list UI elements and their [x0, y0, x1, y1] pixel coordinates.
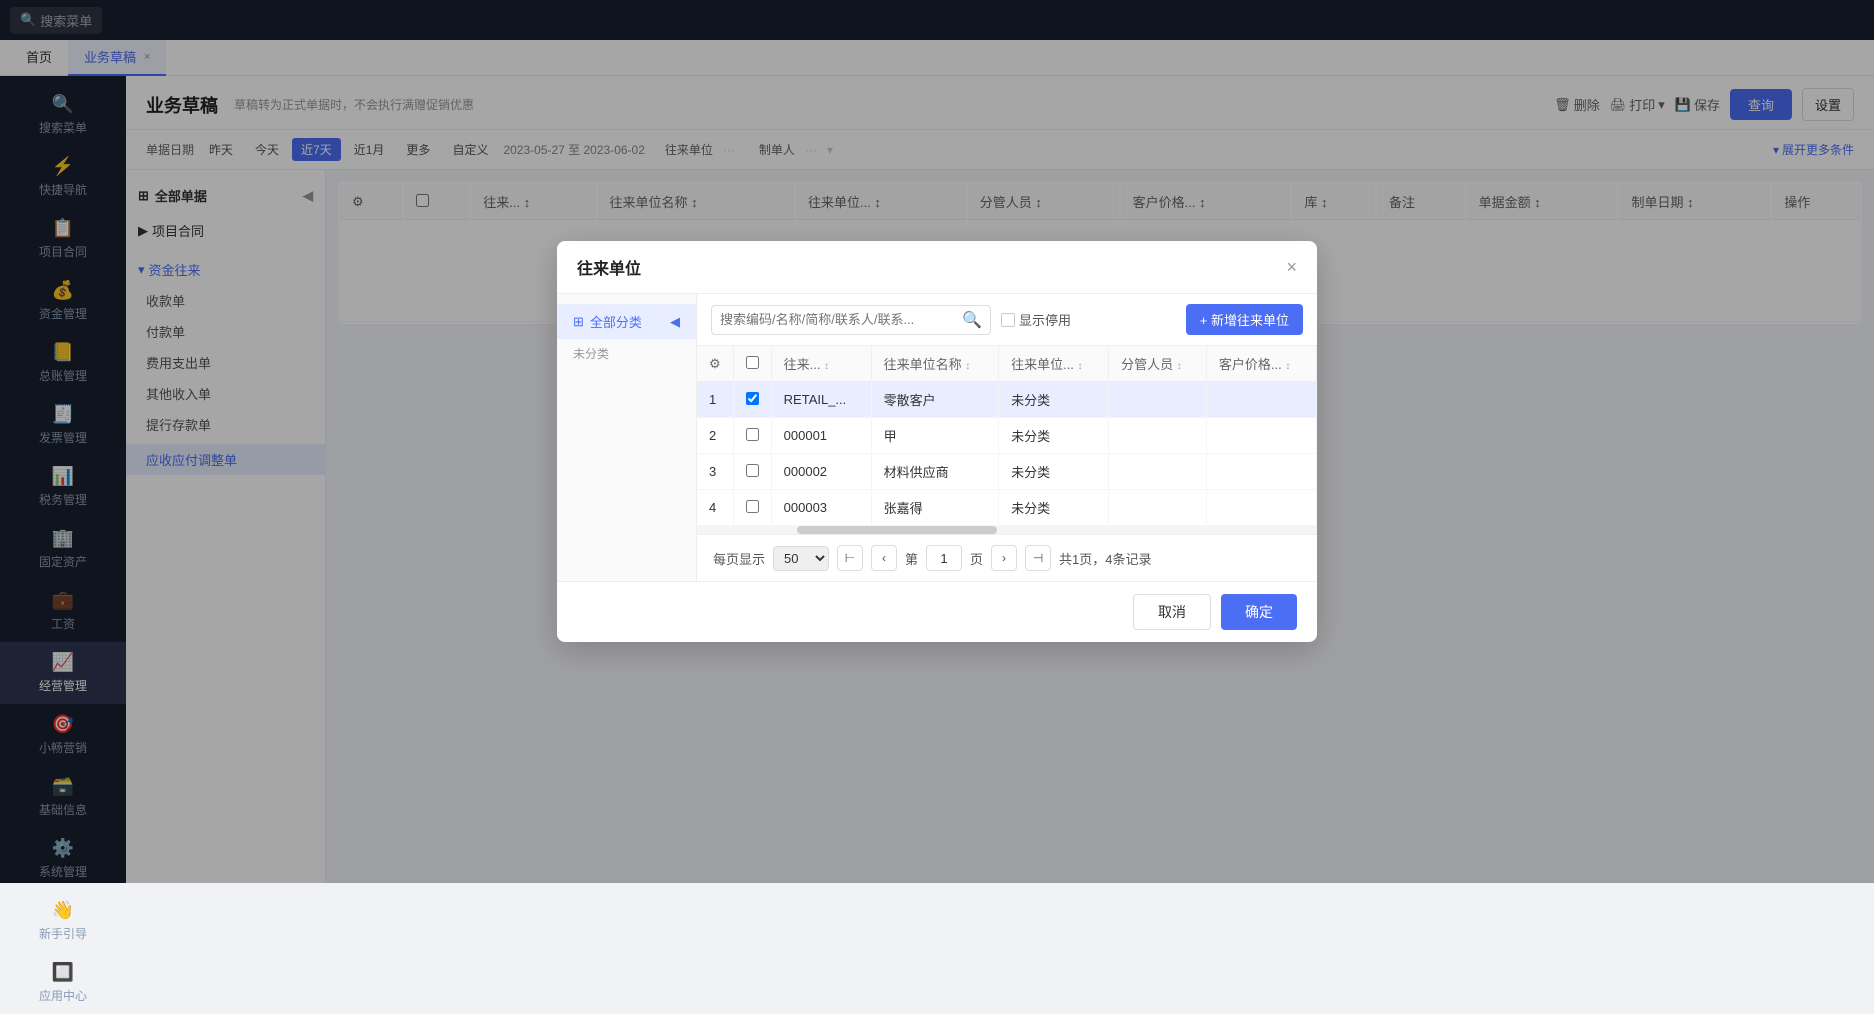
modal-sidebar-all-label: 全部分类 [590, 312, 642, 331]
modal-search-icon: 🔍 [962, 310, 982, 330]
modal-close-button[interactable]: × [1286, 257, 1297, 278]
row-4-check [733, 490, 771, 526]
modal-toolbar: 🔍 显示停用 + 新增往来单位 [697, 294, 1317, 346]
row-1-code: RETAIL_... [771, 382, 871, 418]
modal-body: ⊞ 全部分类 ◀ 未分类 🔍 显示停用 [557, 294, 1317, 581]
show-disabled-label: 显示停用 [1019, 310, 1071, 329]
sidebar-item-guide[interactable]: 👋 新手引导 [0, 890, 126, 952]
modal-col-manager: 分管人员 ↕ [1109, 346, 1207, 382]
per-page-select[interactable]: 50 100 200 [773, 546, 829, 571]
table-row[interactable]: 4 000003 张嘉得 未分类 [697, 490, 1317, 526]
cancel-button[interactable]: 取消 [1133, 594, 1211, 630]
modal-search-input[interactable] [720, 312, 956, 327]
apps-icon: 🔲 [52, 962, 74, 983]
row-2-checkbox[interactable] [746, 428, 759, 441]
row-4-category: 未分类 [999, 490, 1109, 526]
add-partner-button[interactable]: + 新增往来单位 [1186, 304, 1303, 335]
row-2-no: 2 [697, 418, 733, 454]
modal-pagination: 每页显示 50 100 200 ⊢ ‹ 第 页 › ⊣ 共1页，4条记录 [697, 534, 1317, 581]
row-4-no: 4 [697, 490, 733, 526]
modal-content: 🔍 显示停用 + 新增往来单位 ⚙ [697, 294, 1317, 581]
confirm-button[interactable]: 确定 [1221, 594, 1297, 630]
modal-overlay: 往来单位 × ⊞ 全部分类 ◀ 未分类 [0, 0, 1874, 883]
modal-sidebar: ⊞ 全部分类 ◀ 未分类 [557, 294, 697, 581]
row-3-price [1206, 454, 1316, 490]
page-label: 第 [905, 549, 918, 568]
row-1-checkbox[interactable] [746, 392, 759, 405]
modal-sidebar-all[interactable]: ⊞ 全部分类 ◀ [557, 304, 696, 339]
next-page-btn[interactable]: › [991, 545, 1017, 571]
total-label: 共1页，4条记录 [1059, 549, 1151, 568]
row-2-name: 甲 [871, 418, 998, 454]
page-unit: 页 [970, 549, 983, 568]
modal-search-wrap: 🔍 [711, 305, 991, 335]
page-number-input[interactable] [926, 545, 962, 571]
row-2-manager [1109, 418, 1207, 454]
row-3-manager [1109, 454, 1207, 490]
row-3-category: 未分类 [999, 454, 1109, 490]
row-3-no: 3 [697, 454, 733, 490]
row-4-manager [1109, 490, 1207, 526]
row-1-name: 零散客户 [871, 382, 998, 418]
row-4-name: 张嘉得 [871, 490, 998, 526]
sidebar-label-apps: 应用中心 [39, 987, 87, 1004]
modal-col-check [733, 346, 771, 382]
row-3-code: 000002 [771, 454, 871, 490]
modal-col-settings: ⚙ [697, 346, 733, 382]
grid-small-icon: ⊞ [573, 314, 584, 330]
row-2-check [733, 418, 771, 454]
row-4-checkbox[interactable] [746, 500, 759, 513]
row-1-category: 未分类 [999, 382, 1109, 418]
prev-page-btn[interactable]: ‹ [871, 545, 897, 571]
show-disabled-wrap: 显示停用 [1001, 310, 1071, 329]
modal-sidebar-unclassified: 未分类 [557, 339, 696, 368]
row-3-check [733, 454, 771, 490]
modal-scrollbar[interactable] [697, 526, 1317, 534]
modal-title: 往来单位 [577, 255, 641, 279]
row-2-code: 000001 [771, 418, 871, 454]
table-row[interactable]: 1 RETAIL_... 零散客户 未分类 [697, 382, 1317, 418]
row-2-category: 未分类 [999, 418, 1109, 454]
row-1-no: 1 [697, 382, 733, 418]
guide-icon: 👋 [52, 900, 74, 921]
sidebar-label-guide: 新手引导 [39, 925, 87, 942]
table-row[interactable]: 3 000002 材料供应商 未分类 [697, 454, 1317, 490]
row-3-name: 材料供应商 [871, 454, 998, 490]
row-4-price [1206, 490, 1316, 526]
row-1-price [1206, 382, 1316, 418]
modal-col-code: 往来... ↕ [771, 346, 871, 382]
per-page-label: 每页显示 [713, 549, 765, 568]
partner-modal: 往来单位 × ⊞ 全部分类 ◀ 未分类 [557, 241, 1317, 642]
first-page-btn[interactable]: ⊢ [837, 545, 863, 571]
row-2-price [1206, 418, 1316, 454]
modal-sidebar-collapse-icon[interactable]: ◀ [670, 314, 680, 330]
modal-select-all[interactable] [746, 356, 759, 369]
show-disabled-checkbox[interactable] [1001, 313, 1015, 327]
modal-col-price: 客户价格... ↕ [1206, 346, 1316, 382]
row-1-manager [1109, 382, 1207, 418]
row-1-check [733, 382, 771, 418]
modal-scrollbar-thumb [797, 526, 997, 534]
modal-footer: 取消 确定 [557, 581, 1317, 642]
last-page-btn[interactable]: ⊣ [1025, 545, 1051, 571]
row-4-code: 000003 [771, 490, 871, 526]
row-3-checkbox[interactable] [746, 464, 759, 477]
modal-col-name: 往来单位名称 ↕ [871, 346, 998, 382]
modal-col-category: 往来单位... ↕ [999, 346, 1109, 382]
modal-sidebar-unclassified-label: 未分类 [573, 347, 609, 361]
sidebar-item-apps[interactable]: 🔲 应用中心 [0, 952, 126, 1014]
table-row[interactable]: 2 000001 甲 未分类 [697, 418, 1317, 454]
modal-table-wrap: ⚙ 往来... ↕ 往来单位名称 ↕ 往来单位... ↕ 分管人员 ↕ 客户价格… [697, 346, 1317, 526]
modal-partner-table: ⚙ 往来... ↕ 往来单位名称 ↕ 往来单位... ↕ 分管人员 ↕ 客户价格… [697, 346, 1317, 526]
modal-header: 往来单位 × [557, 241, 1317, 294]
